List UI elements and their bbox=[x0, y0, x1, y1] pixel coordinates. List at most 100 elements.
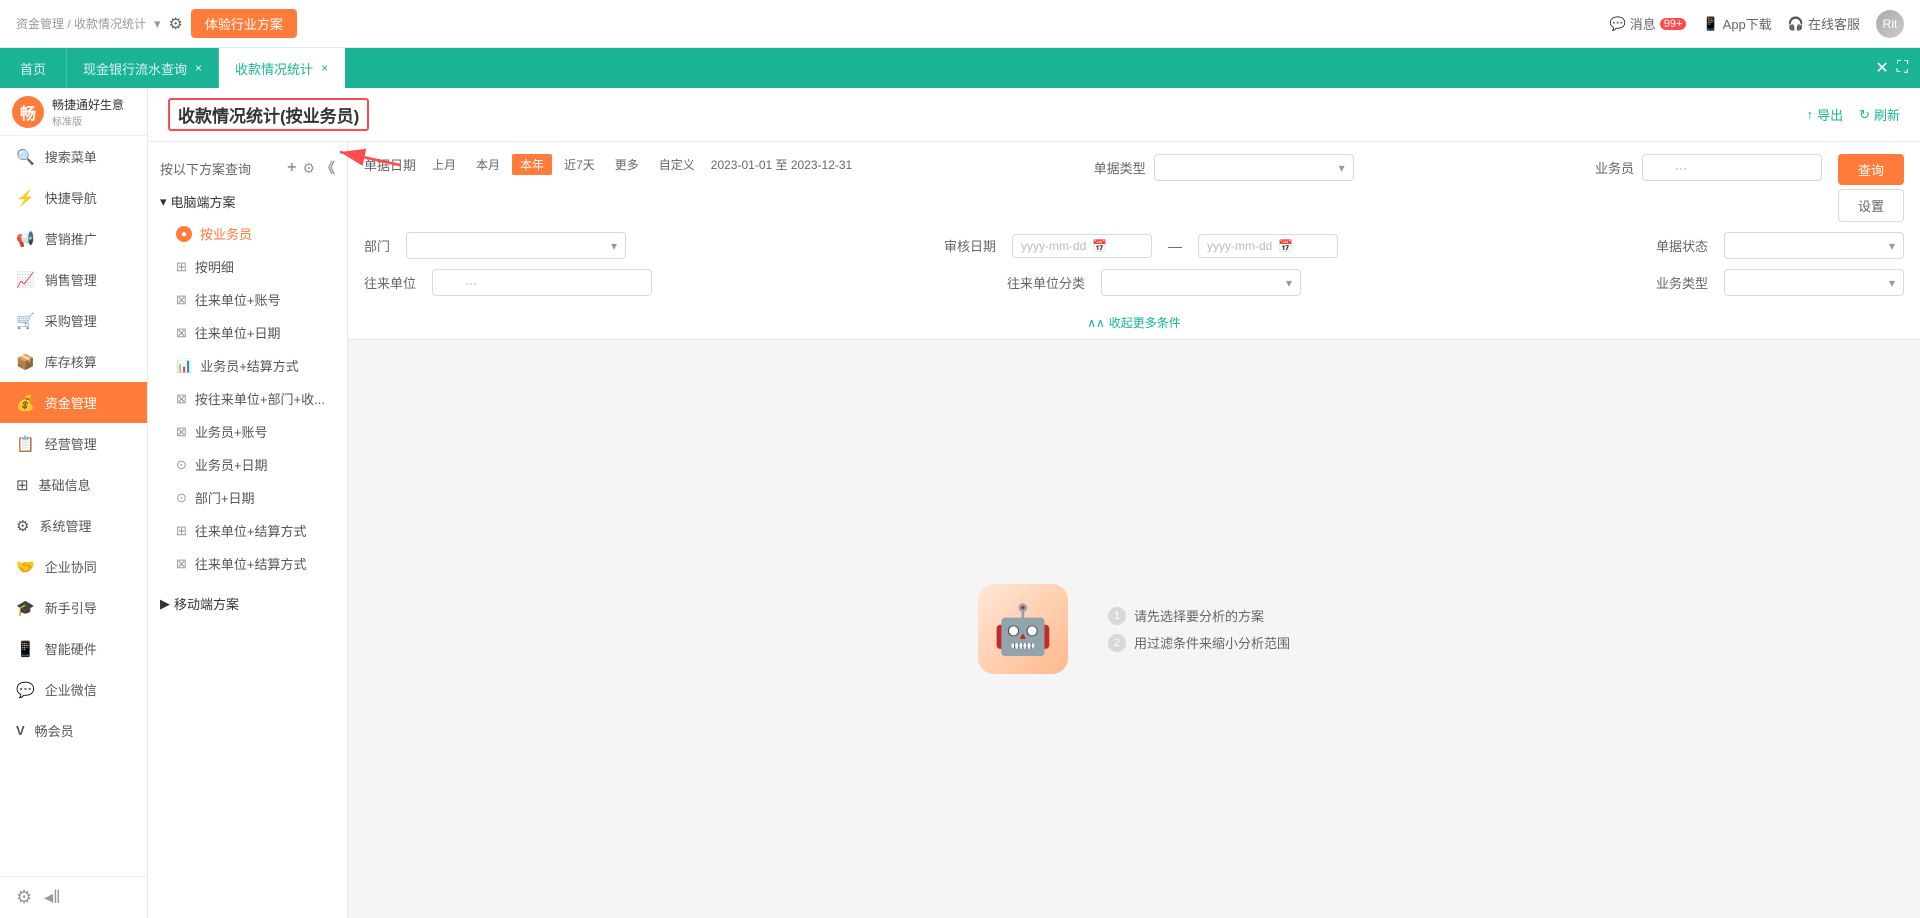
scheme-gear-icon[interactable]: ⚙ bbox=[302, 160, 315, 177]
scheme-item-sales-settle[interactable]: 📊 业务员+结算方式 bbox=[148, 349, 347, 382]
dropdown-icon[interactable]: ▾ bbox=[154, 16, 161, 32]
desktop-chevron: ▾ bbox=[160, 194, 167, 210]
scheme-item-sales-date[interactable]: ⊙ 业务员+日期 bbox=[148, 448, 347, 481]
date-tab-last-month[interactable]: 上月 bbox=[424, 154, 464, 175]
scheme-item-detail[interactable]: ⊞ 按明细 bbox=[148, 250, 347, 283]
nav-guide[interactable]: 🎓 新手引导 bbox=[0, 587, 147, 628]
tab-bar-right: ✕ ⛶ bbox=[1875, 58, 1920, 78]
nav-basic-info[interactable]: ⊞ 基础信息 bbox=[0, 464, 147, 505]
scheme-header: 按以下方案查询 + ⚙ 《 bbox=[148, 150, 347, 186]
scheme-item-sales-account-icon: ⊠ bbox=[176, 424, 187, 440]
date-tab-this-year[interactable]: 本年 bbox=[512, 154, 552, 175]
nav-quick[interactable]: ⚡ 快捷导航 bbox=[0, 177, 147, 218]
quick-icon: ⚡ bbox=[16, 189, 35, 207]
action-btns: 查询 设置 bbox=[1838, 154, 1904, 222]
date-tab-this-month[interactable]: 本月 bbox=[468, 154, 508, 175]
messages-badge: 99+ bbox=[1660, 18, 1687, 30]
salesperson-select[interactable]: ··· bbox=[1642, 154, 1822, 181]
scheme-item-partner-account[interactable]: ⊠ 往来单位+账号 bbox=[148, 283, 347, 316]
scheme-item-salesperson[interactable]: ● 按业务员 bbox=[148, 217, 347, 250]
scheme-item-partner-dept[interactable]: ⊠ 按往来单位+部门+收... bbox=[148, 382, 347, 415]
doc-status-label: 单据状态 bbox=[1656, 236, 1708, 255]
nav-system[interactable]: ⚙ 系统管理 bbox=[0, 505, 147, 546]
user-avatar[interactable]: Rit bbox=[1876, 10, 1904, 38]
nav-ops-label: 经营管理 bbox=[45, 434, 97, 453]
scheme-item-partner-settle1[interactable]: ⊞ 往来单位+结算方式 bbox=[148, 514, 347, 547]
biz-type-select[interactable]: ▾ bbox=[1724, 269, 1904, 296]
scheme-collapse-icon[interactable]: 《 bbox=[321, 158, 335, 178]
date-tab-more[interactable]: 更多 bbox=[607, 154, 647, 175]
collapse-btn[interactable]: ∧∧ 收起更多条件 bbox=[1087, 314, 1181, 331]
audit-from-calendar-icon[interactable]: 📅 bbox=[1092, 239, 1107, 253]
salesperson-filter: 业务员 ··· bbox=[1595, 154, 1822, 181]
tab-bank-flow-close[interactable]: × bbox=[195, 61, 202, 75]
nav-collab[interactable]: 🤝 企业协同 bbox=[0, 546, 147, 587]
tab-home[interactable]: 首页 bbox=[0, 48, 67, 88]
partner-class-select[interactable]: ▾ bbox=[1101, 269, 1301, 296]
app-download-btn[interactable]: 📱 App下载 bbox=[1702, 14, 1771, 33]
window-close-icon[interactable]: ✕ bbox=[1875, 58, 1888, 78]
nav-search[interactable]: 🔍 搜索菜单 bbox=[0, 136, 147, 177]
nav-hardware[interactable]: 📱 智能硬件 bbox=[0, 628, 147, 669]
scheme-item-dept-date[interactable]: ⊙ 部门+日期 bbox=[148, 481, 347, 514]
salesperson-dots-icon[interactable]: ··· bbox=[1675, 161, 1687, 175]
export-btn[interactable]: ↑ 导出 bbox=[1807, 105, 1844, 124]
top-bar: 资金管理 / 收款情况统计 ▾ ⚙ 体验行业方案 💬 消息 99+ 📱 App下… bbox=[0, 0, 1920, 48]
setting-btn[interactable]: 设置 bbox=[1838, 189, 1904, 222]
audit-date-from[interactable]: yyyy-mm-dd 📅 bbox=[1012, 234, 1152, 258]
query-btn[interactable]: 查询 bbox=[1838, 154, 1904, 185]
empty-tips: 1 请先选择要分析的方案 2 用过滤条件来缩小分析范围 bbox=[1108, 606, 1290, 652]
scheme-desktop-title[interactable]: ▾ 电脑端方案 bbox=[148, 186, 347, 217]
partner-select[interactable]: ··· bbox=[432, 269, 652, 296]
audit-date-to[interactable]: yyyy-mm-dd 📅 bbox=[1198, 234, 1338, 258]
scheme-mobile-title[interactable]: ▶ 移动端方案 bbox=[148, 588, 347, 619]
audit-to-calendar-icon[interactable]: 📅 bbox=[1278, 239, 1293, 253]
hardware-icon: 📱 bbox=[16, 640, 35, 658]
nav-sales[interactable]: 📈 销售管理 bbox=[0, 259, 147, 300]
window-expand-icon[interactable]: ⛶ bbox=[1897, 59, 1908, 77]
sidebar-toggle-icon[interactable]: ◂‖ bbox=[44, 887, 60, 908]
tab-collection-stats[interactable]: 收款情况统计 × bbox=[219, 48, 345, 88]
data-area: 🤖 1 请先选择要分析的方案 2 用过滤条件来缩小分析范围 bbox=[348, 340, 1920, 918]
audit-date-dash: — bbox=[1168, 238, 1182, 254]
scheme-item-partner-settle2[interactable]: ⊠ 往来单位+结算方式 bbox=[148, 547, 347, 580]
nav-purchase[interactable]: 🛒 采购管理 bbox=[0, 300, 147, 341]
date-tab-custom[interactable]: 自定义 bbox=[651, 154, 703, 175]
scheme-item-sales-date-icon: ⊙ bbox=[176, 457, 187, 473]
scheme-item-partner-date[interactable]: ⊠ 往来单位+日期 bbox=[148, 316, 347, 349]
nav-finance[interactable]: 💰 资金管理 bbox=[0, 382, 147, 423]
date-tab-7days[interactable]: 近7天 bbox=[556, 154, 603, 175]
collapse-icon: ∧∧ bbox=[1087, 316, 1105, 330]
trial-btn[interactable]: 体验行业方案 bbox=[191, 9, 297, 38]
online-service-btn[interactable]: 🎧 在线客服 bbox=[1788, 14, 1860, 33]
messages-btn[interactable]: 💬 消息 99+ bbox=[1610, 14, 1687, 33]
app-name: 畅捷通好生意 bbox=[52, 96, 124, 113]
nav-member[interactable]: V 畅会员 bbox=[0, 710, 147, 751]
nav-finance-label: 资金管理 bbox=[45, 393, 97, 412]
nav-marketing[interactable]: 📢 营销推广 bbox=[0, 218, 147, 259]
dept-select[interactable]: ▾ bbox=[406, 232, 626, 259]
biz-type-arrow-icon: ▾ bbox=[1889, 276, 1895, 290]
nav-ops[interactable]: 📋 经营管理 bbox=[0, 423, 147, 464]
tab-bank-flow[interactable]: 现金银行流水查询 × bbox=[67, 48, 219, 88]
tab-collection-stats-close[interactable]: × bbox=[321, 61, 328, 75]
gear-settings-icon[interactable]: ⚙ bbox=[169, 14, 183, 34]
desktop-group-label: 电脑端方案 bbox=[171, 192, 236, 211]
settings-bottom-icon[interactable]: ⚙ bbox=[16, 887, 32, 908]
doc-status-select[interactable]: ▾ bbox=[1724, 232, 1904, 259]
scheme-item-detail-label: 按明细 bbox=[195, 257, 234, 276]
refresh-btn[interactable]: ↻ 刷新 bbox=[1859, 105, 1900, 124]
nav-weixin[interactable]: 💬 企业微信 bbox=[0, 669, 147, 710]
partner-class-label: 往来单位分类 bbox=[1007, 273, 1085, 292]
nav-inventory-label: 库存核算 bbox=[45, 352, 97, 371]
nav-inventory[interactable]: 📦 库存核算 bbox=[0, 341, 147, 382]
purchase-icon: 🛒 bbox=[16, 312, 35, 330]
phone-icon: 📱 bbox=[1702, 16, 1718, 32]
salesperson-label: 业务员 bbox=[1595, 158, 1634, 177]
category-select[interactable]: ▾ bbox=[1154, 154, 1354, 181]
scheme-add-icon[interactable]: + bbox=[287, 159, 296, 177]
scheme-item-sales-account[interactable]: ⊠ 业务员+账号 bbox=[148, 415, 347, 448]
nav-search-label: 搜索菜单 bbox=[45, 147, 97, 166]
partner-dots-icon[interactable]: ··· bbox=[465, 276, 477, 290]
app-logo: 畅 畅捷通好生意 标准版 bbox=[0, 88, 147, 136]
